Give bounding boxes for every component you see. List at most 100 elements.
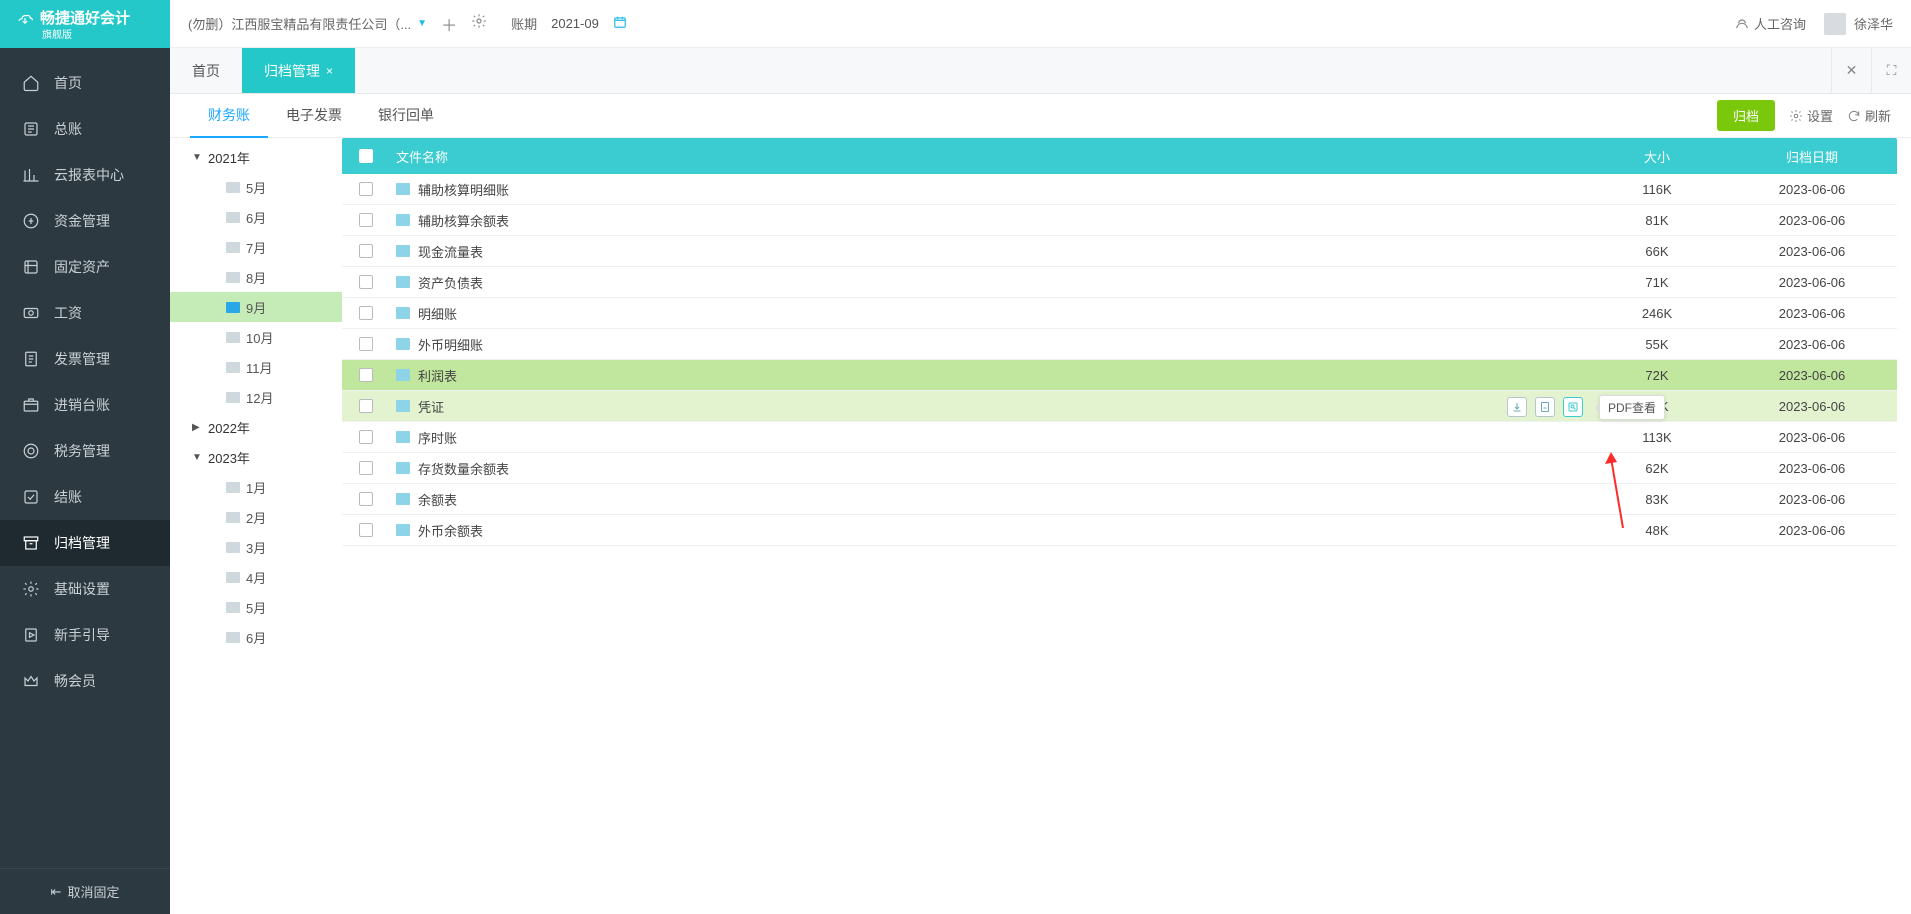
nav-item-stock[interactable]: 进销台账 bbox=[0, 382, 170, 428]
nav-item-asset[interactable]: 固定资产 bbox=[0, 244, 170, 290]
close-all-icon[interactable]: ✕ bbox=[1831, 48, 1871, 94]
row-checkbox[interactable] bbox=[359, 492, 373, 506]
file-table: 文件名称 大小 归档日期 辅助核算明细账116K2023-06-06辅助核算余额… bbox=[342, 138, 1911, 914]
nav-item-archive[interactable]: 归档管理 bbox=[0, 520, 170, 566]
table-row[interactable]: 余额表83K2023-06-06 bbox=[342, 484, 1897, 515]
nav-item-salary[interactable]: 工资 bbox=[0, 290, 170, 336]
add-icon[interactable]: ＋ bbox=[441, 12, 457, 36]
nav-item-report[interactable]: 云报表中心 bbox=[0, 152, 170, 198]
file-size: 81K bbox=[1587, 213, 1727, 228]
nav-item-guide[interactable]: 新手引导 bbox=[0, 612, 170, 658]
folder-icon bbox=[226, 332, 240, 343]
row-checkbox[interactable] bbox=[359, 244, 373, 258]
tree-year[interactable]: ▼2023年 bbox=[170, 442, 342, 472]
subtab-财务账[interactable]: 财务账 bbox=[190, 94, 268, 138]
file-name: 资产负债表 bbox=[418, 273, 483, 292]
expand-icon: ▶ bbox=[192, 422, 202, 433]
file-size: 83K bbox=[1587, 492, 1727, 507]
file-icon bbox=[396, 245, 410, 257]
content: 财务账电子发票银行回单 归档 设置 刷新 ▼2021年5月6月7月8月9月10月… bbox=[170, 94, 1911, 914]
table-row[interactable]: 存货数量余额表62K2023-06-06 bbox=[342, 453, 1897, 484]
calendar-icon[interactable] bbox=[613, 15, 627, 32]
table-row[interactable]: 现金流量表66K2023-06-06 bbox=[342, 236, 1897, 267]
brand-edition: 旗舰版 bbox=[42, 26, 170, 41]
avatar-icon bbox=[1824, 13, 1846, 35]
select-all-checkbox[interactable] bbox=[359, 149, 373, 163]
file-name: 外币明细账 bbox=[418, 335, 483, 354]
company-selector[interactable]: (勿删）江西服宝精品有限责任公司（... ▼ bbox=[188, 14, 427, 33]
tree-month[interactable]: 3月 bbox=[170, 532, 342, 562]
file-icon bbox=[396, 369, 410, 381]
nav-item-fund[interactable]: 资金管理 bbox=[0, 198, 170, 244]
row-checkbox[interactable] bbox=[359, 275, 373, 289]
expand-icon: ▼ bbox=[192, 152, 202, 163]
tree-month[interactable]: 11月 bbox=[170, 352, 342, 382]
row-checkbox[interactable] bbox=[359, 182, 373, 196]
row-checkbox[interactable] bbox=[359, 430, 373, 444]
table-row[interactable]: 序时账113K2023-06-06 bbox=[342, 422, 1897, 453]
tree-month[interactable]: 2月 bbox=[170, 502, 342, 532]
pdf-icon[interactable] bbox=[1535, 397, 1555, 417]
row-checkbox[interactable] bbox=[359, 399, 373, 413]
row-checkbox[interactable] bbox=[359, 523, 373, 537]
tree-month[interactable]: 6月 bbox=[170, 622, 342, 652]
archive-button[interactable]: 归档 bbox=[1717, 100, 1775, 131]
row-checkbox[interactable] bbox=[359, 337, 373, 351]
table-header: 文件名称 大小 归档日期 bbox=[342, 138, 1897, 174]
user-menu[interactable]: 徐泽华 bbox=[1824, 13, 1893, 35]
tree-year[interactable]: ▶2022年 bbox=[170, 412, 342, 442]
table-row[interactable]: 利润表72K2023-06-06 bbox=[342, 360, 1897, 391]
tree-month[interactable]: 8月 bbox=[170, 262, 342, 292]
table-row[interactable]: 外币余额表48K2023-06-06 bbox=[342, 515, 1897, 546]
tab-close-icon[interactable]: × bbox=[326, 64, 333, 78]
subtab-电子发票[interactable]: 电子发票 bbox=[268, 94, 360, 138]
table-row[interactable]: 辅助核算明细账116K2023-06-06 bbox=[342, 174, 1897, 205]
table-row[interactable]: 辅助核算余额表81K2023-06-06 bbox=[342, 205, 1897, 236]
file-date: 2023-06-06 bbox=[1727, 182, 1897, 197]
preview-icon[interactable] bbox=[1563, 397, 1583, 417]
nav-item-home[interactable]: 首页 bbox=[0, 60, 170, 106]
nav-item-vip[interactable]: 畅会员 bbox=[0, 658, 170, 704]
file-icon bbox=[396, 462, 410, 474]
tab-首页[interactable]: 首页 bbox=[170, 48, 242, 93]
nav-item-tax[interactable]: 税务管理 bbox=[0, 428, 170, 474]
tree-month[interactable]: 4月 bbox=[170, 562, 342, 592]
tree-month[interactable]: 9月 bbox=[170, 292, 342, 322]
table-row[interactable]: 明细账246K2023-06-06 bbox=[342, 298, 1897, 329]
nav-item-ledger[interactable]: 总账 bbox=[0, 106, 170, 152]
settings-button[interactable]: 设置 bbox=[1789, 106, 1833, 125]
nav-item-setting[interactable]: 基础设置 bbox=[0, 566, 170, 612]
tree-month[interactable]: 12月 bbox=[170, 382, 342, 412]
tree-month[interactable]: 10月 bbox=[170, 322, 342, 352]
table-row[interactable]: 外币明细账55K2023-06-06 bbox=[342, 329, 1897, 360]
row-checkbox[interactable] bbox=[359, 306, 373, 320]
table-row[interactable]: 凭证53K2023-06-06PDF查看 bbox=[342, 391, 1897, 422]
file-name: 利润表 bbox=[418, 366, 457, 385]
row-checkbox[interactable] bbox=[359, 213, 373, 227]
folder-icon bbox=[226, 212, 240, 223]
tab-归档管理[interactable]: 归档管理× bbox=[242, 48, 355, 93]
file-date: 2023-06-06 bbox=[1727, 337, 1897, 352]
nav-item-close[interactable]: 结账 bbox=[0, 474, 170, 520]
file-size: 66K bbox=[1587, 244, 1727, 259]
tree-month[interactable]: 5月 bbox=[170, 592, 342, 622]
help-button[interactable]: 人工咨询 bbox=[1734, 14, 1806, 33]
file-date: 2023-06-06 bbox=[1727, 523, 1897, 538]
gear-icon[interactable] bbox=[471, 13, 487, 34]
fullscreen-icon[interactable]: ⛶ bbox=[1871, 48, 1911, 94]
tree-month[interactable]: 6月 bbox=[170, 202, 342, 232]
tree-year[interactable]: ▼2021年 bbox=[170, 142, 342, 172]
nav-item-invoice[interactable]: 发票管理 bbox=[0, 336, 170, 382]
row-checkbox[interactable] bbox=[359, 461, 373, 475]
tree-month[interactable]: 7月 bbox=[170, 232, 342, 262]
tree-month[interactable]: 1月 bbox=[170, 472, 342, 502]
tree-month[interactable]: 5月 bbox=[170, 172, 342, 202]
download-icon[interactable] bbox=[1507, 397, 1527, 417]
refresh-button[interactable]: 刷新 bbox=[1847, 106, 1891, 125]
subtab-银行回单[interactable]: 银行回单 bbox=[360, 94, 452, 138]
unpin-button[interactable]: ⇤ 取消固定 bbox=[0, 868, 170, 914]
file-icon bbox=[396, 307, 410, 319]
table-row[interactable]: 资产负债表71K2023-06-06 bbox=[342, 267, 1897, 298]
file-name: 现金流量表 bbox=[418, 242, 483, 261]
row-checkbox[interactable] bbox=[359, 368, 373, 382]
